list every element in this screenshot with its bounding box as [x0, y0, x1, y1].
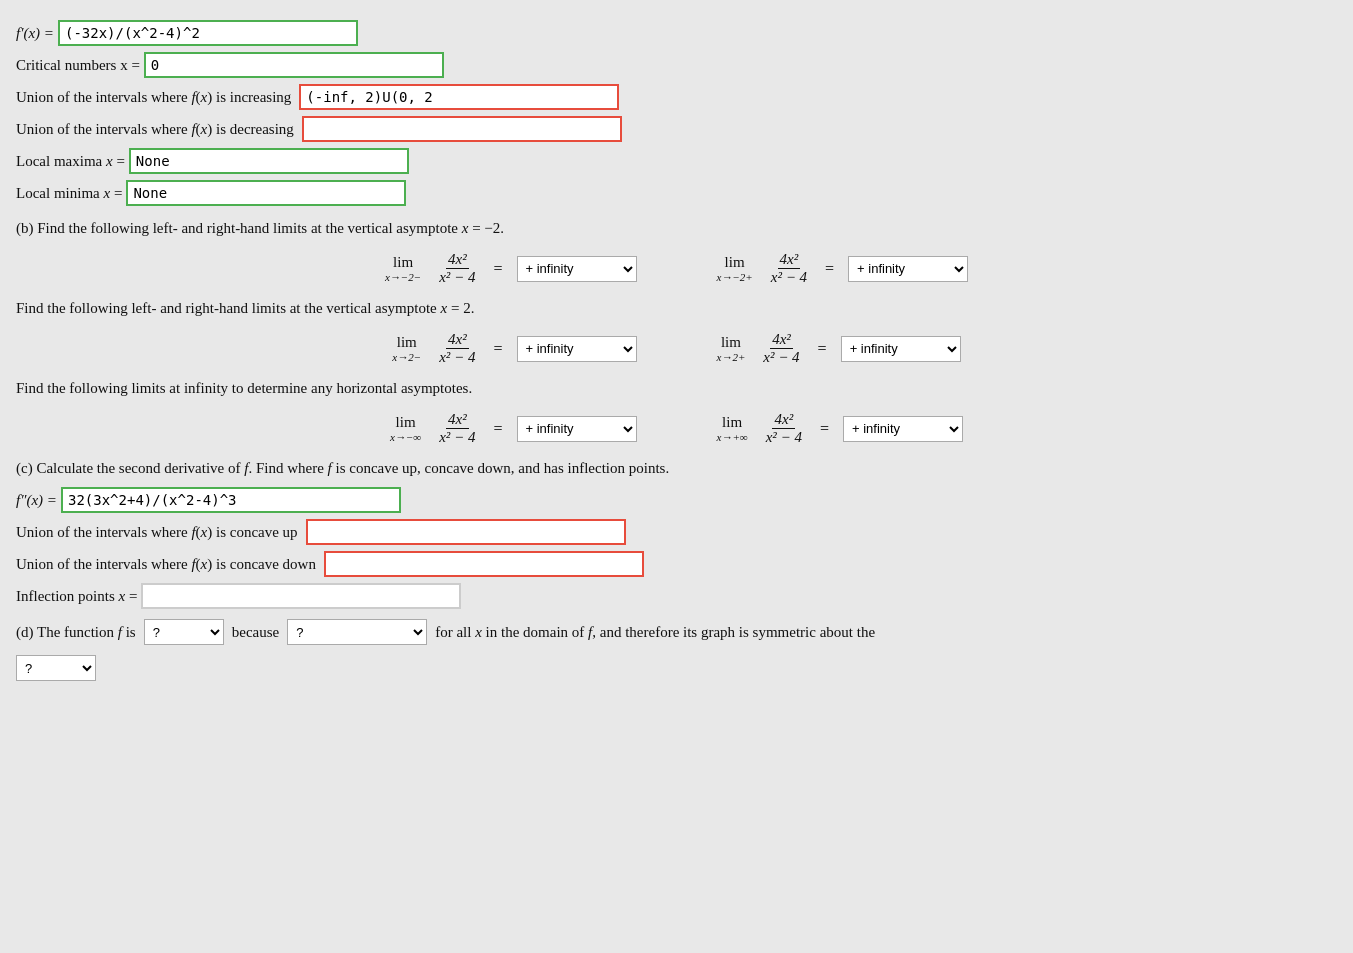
- maxima-label: Local maxima x =: [16, 153, 125, 170]
- concave-up-row: Union of the intervals where f(x) is con…: [16, 519, 1337, 545]
- equals-6: =: [820, 420, 829, 438]
- limits-at-infinity: lim x→−∞ 4x² x² − 4 = + infinity - infin…: [16, 411, 1337, 446]
- frac-den-2: x² − 4: [769, 269, 809, 286]
- limit3-sub: x→2−: [392, 351, 421, 363]
- frac-den-3: x² − 4: [437, 349, 477, 366]
- minima-input[interactable]: [126, 180, 406, 206]
- section-c-desc: (c) Calculate the second derivative of f…: [16, 460, 1337, 477]
- frac-num-1: 4x²: [446, 251, 469, 269]
- frac-num-6: 4x²: [772, 411, 795, 429]
- limit6-select[interactable]: + infinity - infinity Does not exist: [843, 416, 963, 442]
- limit3-select[interactable]: + infinity - infinity Does not exist: [517, 336, 637, 362]
- frac-num-3: 4x²: [446, 331, 469, 349]
- because-label: because: [232, 624, 279, 641]
- frac-den-6: x² − 4: [764, 429, 804, 446]
- fprime2-input[interactable]: [61, 487, 401, 513]
- frac-den-1: x² − 4: [437, 269, 477, 286]
- decreasing-label: Union of the intervals where f(x) is dec…: [16, 121, 294, 138]
- inflection-input[interactable]: [141, 583, 461, 609]
- limit1-select[interactable]: + infinity - infinity Does not exist: [517, 256, 637, 282]
- fprime-input[interactable]: [58, 20, 358, 46]
- critical-row: Critical numbers x =: [16, 52, 1337, 78]
- fprime2-label: f″(x) =: [16, 492, 57, 509]
- for-all-label: for all x in the domain of f, and theref…: [435, 624, 875, 641]
- limit2-sub: x→−2+: [717, 271, 753, 283]
- limits-at-pos2: lim x→2− 4x² x² − 4 = + infinity - infin…: [16, 331, 1337, 366]
- limit4-sub: x→2+: [717, 351, 746, 363]
- inflection-label: Inflection points x =: [16, 588, 137, 605]
- maxima-row: Local maxima x =: [16, 148, 1337, 174]
- concave-down-row: Union of the intervals where f(x) is con…: [16, 551, 1337, 577]
- frac-num-5: 4x²: [446, 411, 469, 429]
- limit5-select[interactable]: + infinity - infinity Does not exist: [517, 416, 637, 442]
- concave-up-input[interactable]: [306, 519, 626, 545]
- equals-4: =: [818, 340, 827, 358]
- fprime-row: f′(x) =: [16, 20, 1337, 46]
- limit-neg2-right: lim x→−2+ 4x² x² − 4 = + infinity - infi…: [717, 251, 969, 286]
- equals-2: =: [825, 260, 834, 278]
- because-select[interactable]: ? f(x) = f(-x) f(-x) = -f(x): [287, 619, 427, 645]
- frac-den-4: x² − 4: [761, 349, 801, 366]
- limit2-select[interactable]: + infinity - infinity Does not exist: [848, 256, 968, 282]
- frac-num-4: 4x²: [770, 331, 793, 349]
- section-b-desc3: Find the following limits at infinity to…: [16, 380, 1337, 397]
- maxima-input[interactable]: [129, 148, 409, 174]
- concave-down-label: Union of the intervals where f(x) is con…: [16, 556, 316, 573]
- frac-den-5: x² − 4: [437, 429, 477, 446]
- limit5-sub: x→−∞: [390, 431, 421, 443]
- equals-3: =: [493, 340, 502, 358]
- limit6-sub: x→+∞: [717, 431, 748, 443]
- fprime2-row: f″(x) =: [16, 487, 1337, 513]
- critical-input[interactable]: [144, 52, 444, 78]
- function-type-select[interactable]: ? even odd: [144, 619, 224, 645]
- increasing-input[interactable]: [299, 84, 619, 110]
- decreasing-row: Union of the intervals where f(x) is dec…: [16, 116, 1337, 142]
- limit-pos2-left: lim x→2− 4x² x² − 4 = + infinity - infin…: [392, 331, 636, 366]
- increasing-row: Union of the intervals where f(x) is inc…: [16, 84, 1337, 110]
- limit-pos-inf: lim x→+∞ 4x² x² − 4 = + infinity - infin…: [717, 411, 963, 446]
- concave-up-label: Union of the intervals where f(x) is con…: [16, 524, 298, 541]
- concave-down-input[interactable]: [324, 551, 644, 577]
- critical-label: Critical numbers x =: [16, 57, 140, 74]
- limit-neg2-left: lim x→−2− 4x² x² − 4 = + infinity - infi…: [385, 251, 637, 286]
- section-b-desc: (b) Find the following left- and right-h…: [16, 220, 1337, 237]
- increasing-label: Union of the intervals where f(x) is inc…: [16, 89, 291, 106]
- equals-1: =: [493, 260, 502, 278]
- frac-num-2: 4x²: [778, 251, 801, 269]
- decreasing-input[interactable]: [302, 116, 622, 142]
- section-d-row: (d) The function f is ? even odd because…: [16, 619, 1337, 645]
- minima-row: Local minima x =: [16, 180, 1337, 206]
- section-d-bottom: ? y-axis origin: [16, 655, 1337, 681]
- section-b-desc2: Find the following left- and right-hand …: [16, 300, 1337, 317]
- limit-neg-inf: lim x→−∞ 4x² x² − 4 = + infinity - infin…: [390, 411, 636, 446]
- limit1-sub: x→−2−: [385, 271, 421, 283]
- symmetry-select[interactable]: ? y-axis origin: [16, 655, 96, 681]
- section-d-label: (d) The function f is: [16, 624, 136, 641]
- minima-label: Local minima x =: [16, 185, 122, 202]
- limits-at-neg2: lim x→−2− 4x² x² − 4 = + infinity - infi…: [16, 251, 1337, 286]
- equals-5: =: [493, 420, 502, 438]
- inflection-row: Inflection points x =: [16, 583, 1337, 609]
- fprime-label: f′(x) =: [16, 25, 54, 42]
- limit-pos2-right: lim x→2+ 4x² x² − 4 = + infinity - infin…: [717, 331, 961, 366]
- limit4-select[interactable]: + infinity - infinity Does not exist: [841, 336, 961, 362]
